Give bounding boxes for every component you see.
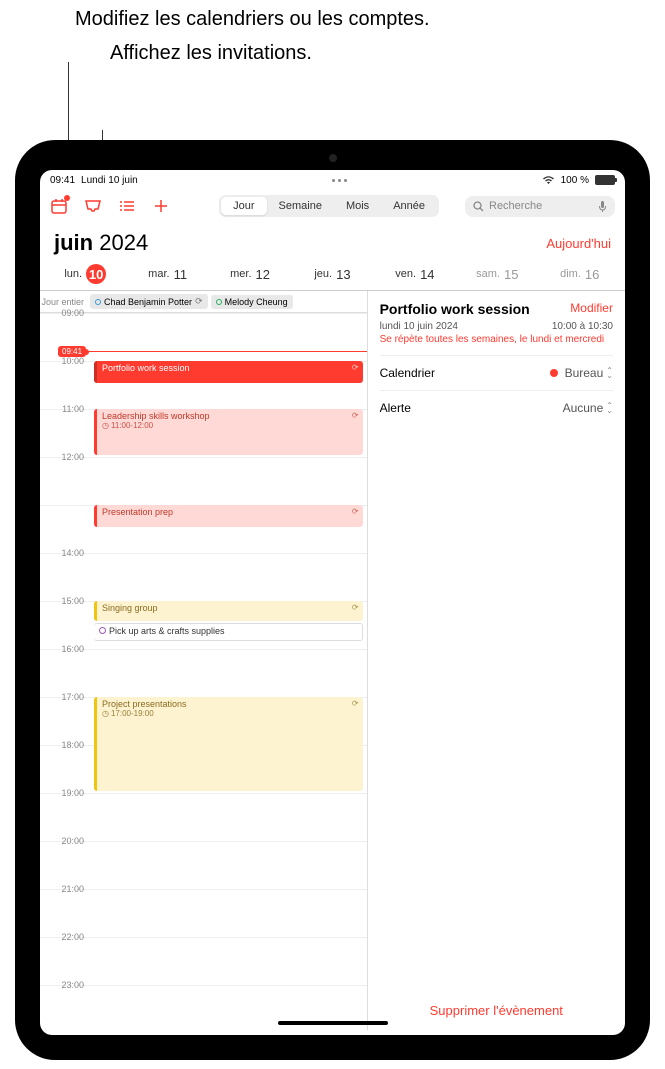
inbox-button[interactable] [84, 197, 102, 215]
day-timeline[interactable]: 09:00 10:00 11:00 12:00 14:00 15:00 16:0… [40, 313, 367, 1003]
hour-label: 22:00 [44, 932, 84, 942]
hour-label: 16:00 [44, 644, 84, 654]
battery-icon [595, 175, 615, 185]
mic-icon[interactable] [598, 200, 607, 213]
edit-button[interactable]: Modifier [570, 301, 613, 315]
repeat-icon: ⟳ [195, 296, 203, 307]
allday-chip[interactable]: Chad Benjamin Potter⟳ [90, 294, 208, 309]
clock-icon: ◷ [102, 421, 109, 430]
camera-notch [329, 154, 337, 162]
repeat-icon: ⟳ [352, 507, 359, 516]
detail-time: 10:00 à 10:30 [552, 321, 613, 332]
list-button[interactable] [118, 197, 136, 215]
allday-row: Jour entier Chad Benjamin Potter⟳ Melody… [40, 291, 367, 313]
add-button[interactable] [152, 197, 170, 215]
day-fri[interactable]: ven.14 [374, 264, 456, 284]
alert-row[interactable]: Alerte Aucune⌃⌄ [380, 390, 613, 425]
detail-title: Portfolio work session [380, 301, 530, 317]
hour-label: 12:00 [44, 452, 84, 462]
event-singing[interactable]: Singing group⟳ [94, 601, 363, 621]
hour-label: 17:00 [44, 692, 84, 702]
repeat-icon: ⟳ [352, 411, 359, 420]
calendars-button[interactable] [50, 197, 68, 215]
chevron-updown-icon: ⌃⌄ [606, 368, 613, 378]
callout-calendars: Modifiez les calendriers ou les comptes. [75, 6, 430, 32]
month-year-label[interactable]: juin 2024 [54, 230, 148, 256]
hour-label: 21:00 [44, 884, 84, 894]
now-indicator: 09:41 [40, 346, 367, 357]
day-sun[interactable]: dim.16 [539, 264, 621, 284]
hour-label: 20:00 [44, 836, 84, 846]
hour-label: 14:00 [44, 548, 84, 558]
allday-label: Jour entier [40, 297, 90, 307]
event-detail-panel: Portfolio work session Modifier lundi 10… [368, 291, 625, 1030]
battery-percent: 100 % [561, 175, 589, 186]
calendar-row[interactable]: Calendrier Bureau⌃⌄ [380, 355, 613, 390]
hour-label: 09:00 [44, 308, 84, 318]
wifi-icon [542, 175, 555, 185]
event-pickup[interactable]: Pick up arts & crafts supplies [94, 623, 363, 641]
event-portfolio[interactable]: Portfolio work session⟳ [94, 361, 363, 383]
hour-label: 19:00 [44, 788, 84, 798]
seg-month[interactable]: Mois [334, 197, 381, 215]
week-day-bar: lun.10 mar.11 mer.12 jeu.13 ven.14 sam.1… [40, 264, 625, 291]
clock-icon: ◷ [102, 709, 109, 718]
ring-icon [99, 627, 106, 634]
search-placeholder: Recherche [489, 200, 593, 212]
chevron-updown-icon: ⌃⌄ [606, 403, 613, 413]
hour-label: 15:00 [44, 596, 84, 606]
home-indicator[interactable] [278, 1021, 388, 1025]
status-date: Lundi 10 juin [81, 175, 138, 186]
day-tue[interactable]: mar.11 [126, 264, 208, 284]
seg-day[interactable]: Jour [221, 197, 266, 215]
allday-chip[interactable]: Melody Cheung [211, 295, 293, 309]
callout-invitations: Affichez les invitations. [110, 40, 430, 66]
repeat-icon: ⟳ [352, 699, 359, 708]
notification-badge [64, 195, 70, 201]
delete-event-button[interactable]: Supprimer l'évènement [368, 1003, 625, 1018]
day-mon[interactable]: lun.10 [44, 264, 126, 284]
day-wed[interactable]: mer.12 [209, 264, 291, 284]
repeat-icon: ⟳ [352, 603, 359, 612]
seg-year[interactable]: Année [381, 197, 437, 215]
today-button[interactable]: Aujourd'hui [546, 236, 611, 251]
detail-repeat: Se répète toutes les semaines, le lundi … [380, 334, 613, 345]
calendar-label: Calendrier [380, 366, 435, 380]
day-sat[interactable]: sam.15 [456, 264, 538, 284]
detail-date: lundi 10 juin 2024 [380, 321, 458, 332]
event-leadership[interactable]: Leadership skills workshop ◷11:00-12:00 … [94, 409, 363, 455]
repeat-icon: ⟳ [352, 363, 359, 372]
day-thu[interactable]: jeu.13 [291, 264, 373, 284]
view-segmented-control[interactable]: Jour Semaine Mois Année [219, 195, 439, 217]
event-project[interactable]: Project presentations ◷17:00-19:00 ⟳ [94, 697, 363, 791]
hour-label: 11:00 [44, 404, 84, 414]
search-field[interactable]: Recherche [465, 196, 615, 217]
event-presentation-prep[interactable]: Presentation prep⟳ [94, 505, 363, 527]
status-bar: 09:41 Lundi 10 juin 100 % [40, 170, 625, 190]
hour-label: 10:00 [44, 356, 84, 366]
seg-week[interactable]: Semaine [267, 197, 334, 215]
multitask-dots-icon[interactable] [332, 179, 347, 182]
alert-label: Alerte [380, 401, 411, 415]
hour-label: 18:00 [44, 740, 84, 750]
hour-label: 23:00 [44, 980, 84, 990]
calendar-color-dot [550, 369, 558, 377]
status-time: 09:41 [50, 175, 75, 186]
ipad-frame: 09:41 Lundi 10 juin 100 % [15, 140, 650, 1060]
search-icon [473, 201, 484, 212]
